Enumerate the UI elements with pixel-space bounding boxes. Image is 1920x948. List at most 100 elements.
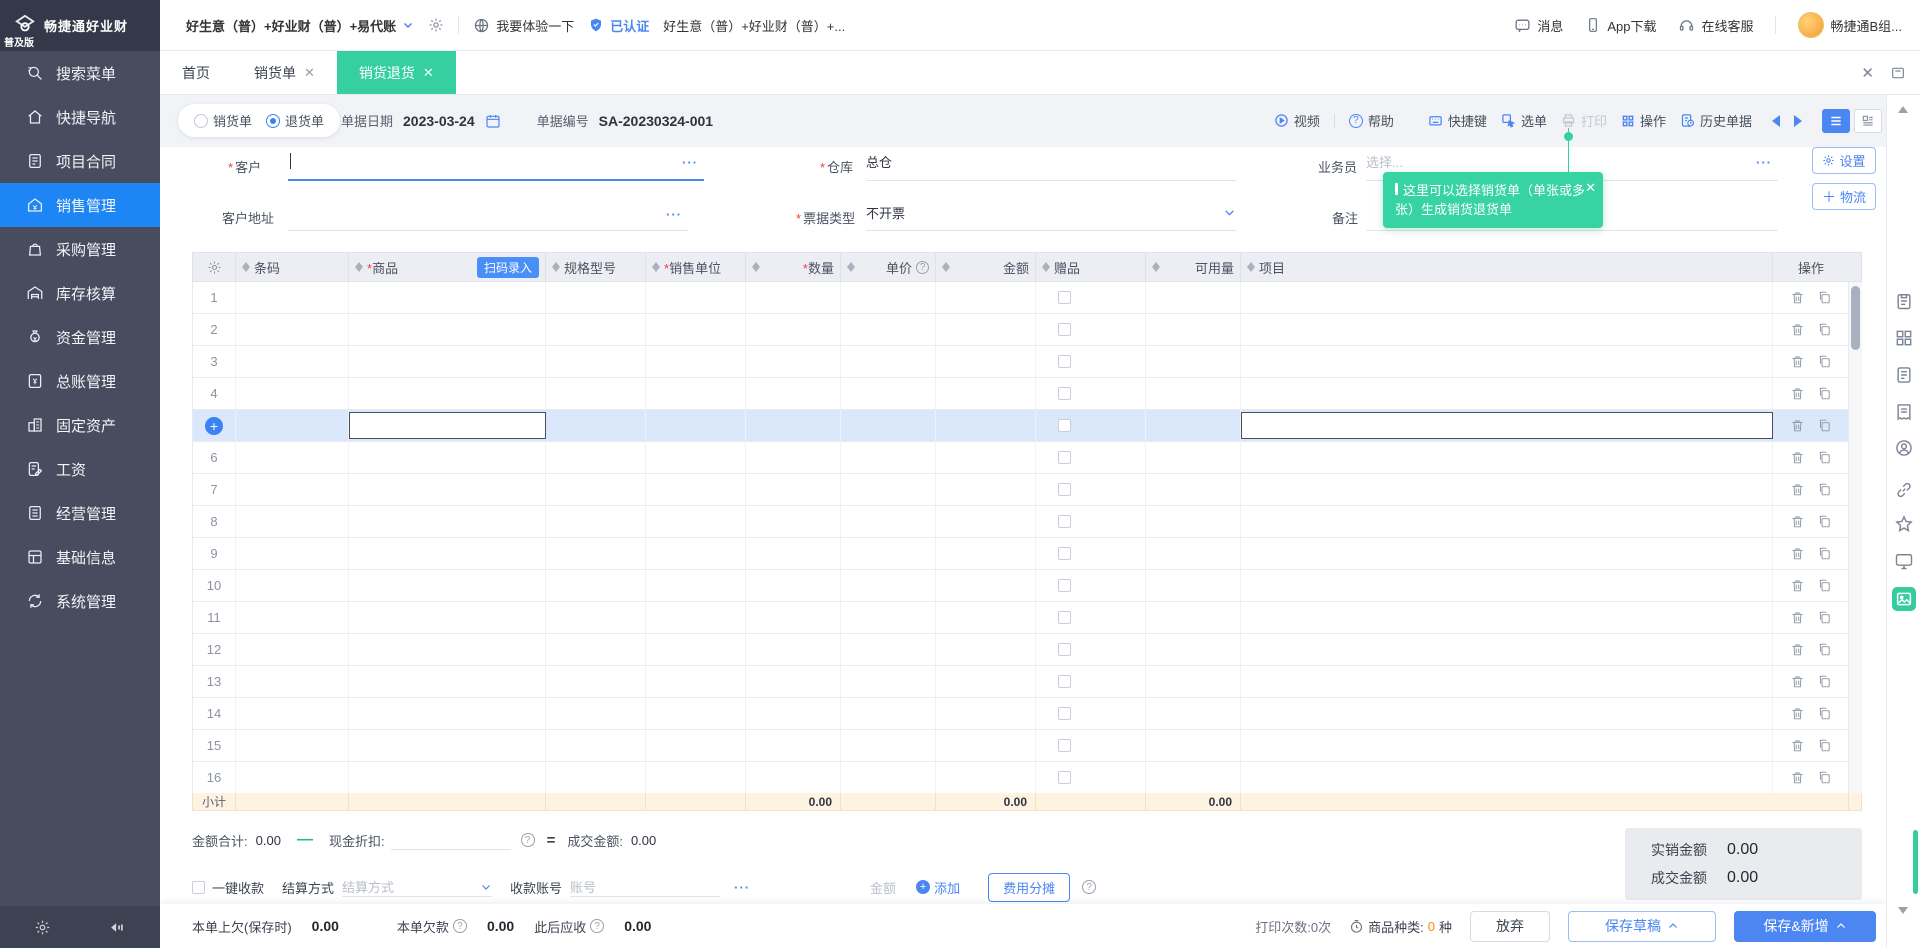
cell-project[interactable] <box>1241 282 1773 313</box>
cell-action[interactable] <box>1773 410 1849 441</box>
customer-picker-dots[interactable]: ··· <box>682 155 698 170</box>
table-row[interactable]: 2 <box>193 314 1861 346</box>
table-row[interactable]: 15 <box>193 730 1861 762</box>
price-help-icon[interactable]: ? <box>916 260 929 274</box>
cell-gift[interactable] <box>1036 346 1146 377</box>
cell-available[interactable] <box>1146 346 1241 377</box>
cell-unit[interactable] <box>646 410 746 441</box>
sidebar-item-contract[interactable]: 项目合同 <box>0 139 160 183</box>
delete-row-icon[interactable] <box>1790 418 1805 433</box>
fullscreen-icon[interactable] <box>1890 65 1906 81</box>
account-input[interactable]: 账号 <box>570 877 721 897</box>
table-row[interactable]: 4 <box>193 378 1861 410</box>
sort-arrows-icon[interactable] <box>847 258 855 276</box>
table-row[interactable]: 14 <box>193 698 1861 730</box>
cell-amount[interactable] <box>936 346 1036 377</box>
cell-barcode[interactable] <box>236 762 349 793</box>
radio-sales-return[interactable]: 退货单 <box>266 111 324 130</box>
after-recv-help-icon[interactable]: ? <box>590 919 605 933</box>
calendar-icon[interactable] <box>485 113 501 129</box>
cell-spec[interactable] <box>546 314 646 345</box>
cell-product-editing[interactable] <box>349 412 546 439</box>
sidebar-item-asset[interactable]: 固定资产 <box>0 403 160 447</box>
cell-available[interactable] <box>1146 378 1241 409</box>
cell-available[interactable] <box>1146 666 1241 697</box>
cell-amount[interactable] <box>936 378 1036 409</box>
close-tab-icon[interactable]: ✕ <box>304 65 315 81</box>
cell-price[interactable] <box>841 474 936 505</box>
cell-action[interactable] <box>1773 570 1849 601</box>
cell-available[interactable] <box>1146 602 1241 633</box>
cell-available[interactable] <box>1146 698 1241 729</box>
next-doc-arrow[interactable] <box>1794 114 1808 127</box>
cell-spec[interactable] <box>546 442 646 473</box>
customer-input[interactable] <box>288 143 704 181</box>
column-header-amount[interactable]: 金额 <box>936 253 1036 281</box>
cell-action[interactable] <box>1773 346 1849 377</box>
strip-scrollbar-thumb[interactable] <box>1913 830 1918 894</box>
cell-gift[interactable] <box>1036 378 1146 409</box>
cell-project[interactable] <box>1241 634 1773 665</box>
cell-qty[interactable] <box>746 474 841 505</box>
column-header-project[interactable]: 项目 <box>1241 253 1773 281</box>
scroll-up-icon[interactable] <box>1898 101 1908 113</box>
cell-gift[interactable] <box>1036 634 1146 665</box>
table-row[interactable]: 13 <box>193 666 1861 698</box>
cell-amount[interactable] <box>936 570 1036 601</box>
cell-price[interactable] <box>841 730 936 761</box>
screenshot-icon[interactable] <box>1892 587 1916 611</box>
gift-checkbox[interactable] <box>1058 515 1071 528</box>
table-row[interactable]: 12 <box>193 634 1861 666</box>
cell-unit[interactable] <box>646 474 746 505</box>
order-icon[interactable] <box>1894 291 1914 311</box>
cell-unit[interactable] <box>646 314 746 345</box>
add-payment-link[interactable]: + 添加 <box>916 878 960 897</box>
column-header-price[interactable]: 单价? <box>841 253 936 281</box>
cell-available[interactable] <box>1146 506 1241 537</box>
pick-order-button[interactable]: 选单 <box>1501 111 1547 130</box>
cell-price[interactable] <box>841 538 936 569</box>
cell-unit[interactable] <box>646 346 746 377</box>
table-row[interactable]: 16 <box>193 762 1861 793</box>
column-header-barcode[interactable]: 条码 <box>236 253 349 281</box>
cell-spec[interactable] <box>546 410 646 441</box>
cell-product[interactable] <box>349 762 546 793</box>
cell-available[interactable] <box>1146 730 1241 761</box>
close-tab-icon[interactable]: ✕ <box>423 65 434 81</box>
tab-sales-order[interactable]: 销货单 ✕ <box>232 51 337 94</box>
experience-link[interactable]: 我要体验一下 <box>473 16 574 35</box>
cell-price[interactable] <box>841 602 936 633</box>
cell-amount[interactable] <box>936 666 1036 697</box>
cell-gift[interactable] <box>1036 474 1146 505</box>
history-button[interactable]: 历史单据 <box>1680 111 1752 130</box>
cell-project[interactable] <box>1241 762 1773 793</box>
cell-price[interactable] <box>841 410 936 441</box>
cell-amount[interactable] <box>936 602 1036 633</box>
settings-button[interactable]: 设置 <box>1812 147 1876 174</box>
cell-unit[interactable] <box>646 602 746 633</box>
cell-barcode[interactable] <box>236 538 349 569</box>
gift-checkbox[interactable] <box>1058 707 1071 720</box>
cell-spec[interactable] <box>546 666 646 697</box>
cell-gift[interactable] <box>1036 282 1146 313</box>
cell-price[interactable] <box>841 762 936 793</box>
cell-qty[interactable] <box>746 314 841 345</box>
cell-amount[interactable] <box>936 410 1036 441</box>
copy-row-icon[interactable] <box>1817 642 1832 657</box>
cell-project[interactable] <box>1241 314 1773 345</box>
actions-button[interactable]: 操作 <box>1621 111 1666 130</box>
cell-product[interactable] <box>349 666 546 697</box>
delete-row-icon[interactable] <box>1790 738 1805 753</box>
sidebar-item-operate[interactable]: 经营管理 <box>0 491 160 535</box>
cell-barcode[interactable] <box>236 602 349 633</box>
sidebar-item-sale[interactable]: 销售管理 <box>0 183 160 227</box>
cell-unit[interactable] <box>646 634 746 665</box>
delete-row-icon[interactable] <box>1790 610 1805 625</box>
column-settings-gear-icon[interactable] <box>207 260 222 275</box>
cell-product[interactable] <box>349 474 546 505</box>
cell-qty[interactable] <box>746 538 841 569</box>
tooltip-close-icon[interactable]: ✕ <box>1585 178 1596 197</box>
gift-checkbox[interactable] <box>1058 483 1071 496</box>
cell-project[interactable] <box>1241 346 1773 377</box>
cell-amount[interactable] <box>936 762 1036 793</box>
